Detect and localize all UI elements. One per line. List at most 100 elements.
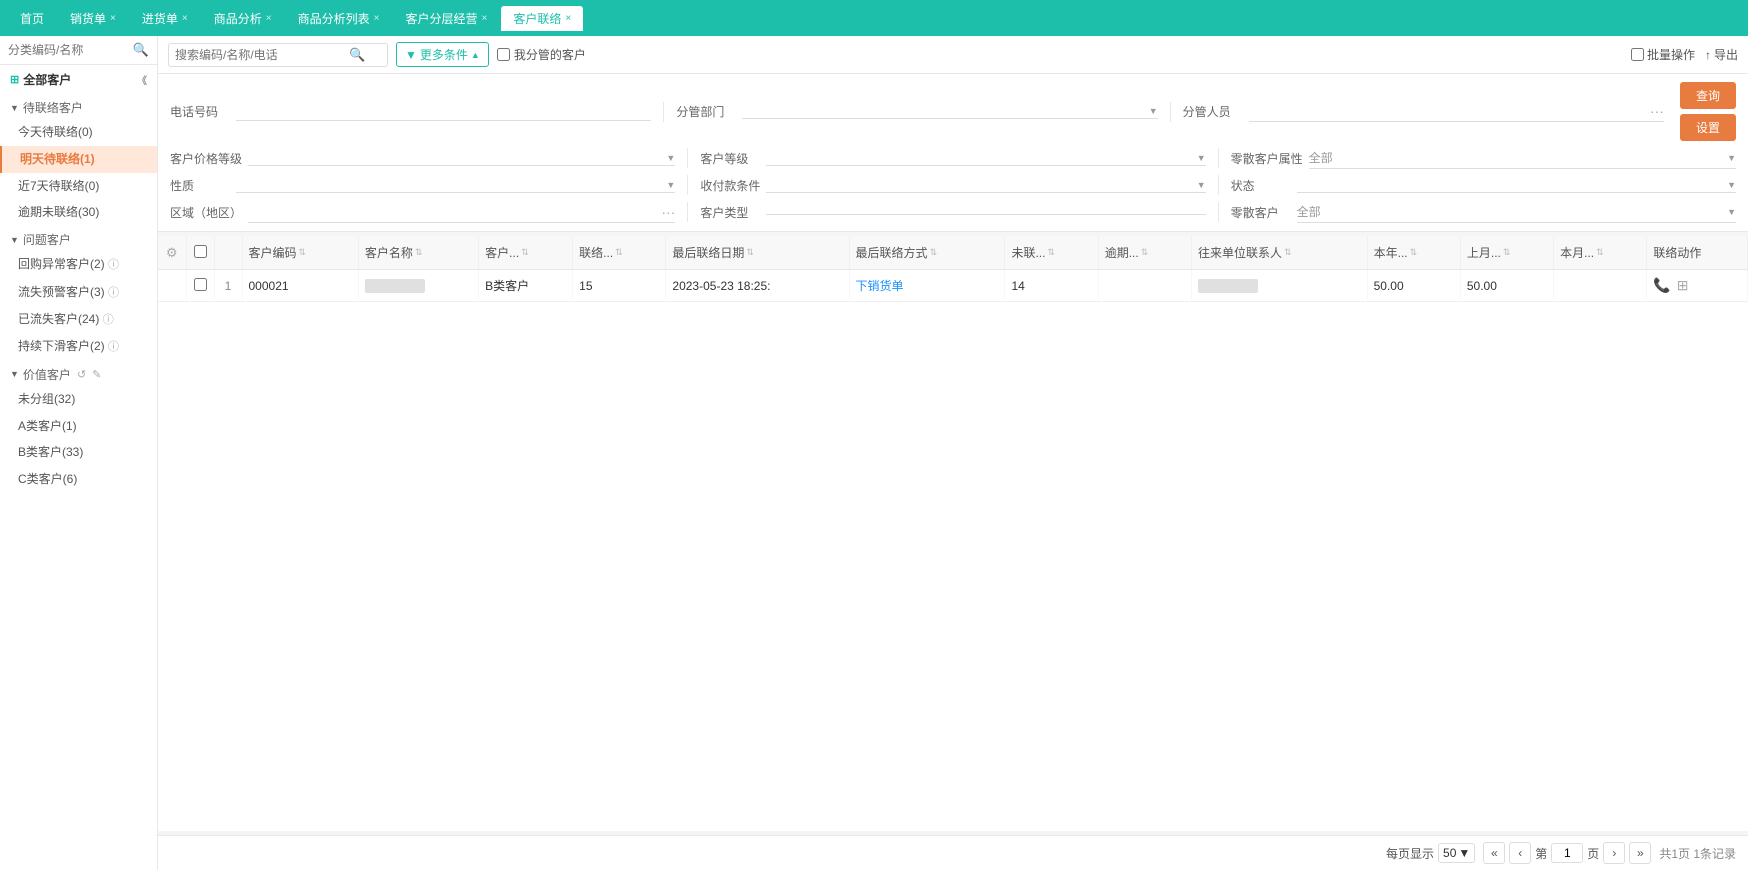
filter-payment-select[interactable]: ▼ bbox=[766, 178, 1205, 193]
filter-manager-select[interactable]: ··· bbox=[1249, 101, 1664, 122]
content-area: 🔍 ▼ 更多条件 ▲ 我分管的客户 批量操作 ↑ 导出 bbox=[158, 36, 1748, 870]
sidebar-item-class-c[interactable]: C类客户(6) bbox=[0, 466, 157, 493]
sidebar-item-declining[interactable]: 持续下滑客户(2) ⓘ bbox=[0, 333, 157, 360]
query-button[interactable]: 查询 bbox=[1680, 82, 1736, 109]
first-page-button[interactable]: « bbox=[1483, 842, 1505, 864]
divider-7 bbox=[687, 202, 688, 222]
filter-status: 状态 ▼ bbox=[1231, 177, 1736, 194]
filter-retail: 零散客户 全部 ▼ bbox=[1231, 201, 1736, 223]
chevron-down-icon-nature: ▼ bbox=[666, 180, 675, 190]
filter-price-level: 客户价格等级 ▼ bbox=[170, 150, 675, 167]
nav-close-sales[interactable]: × bbox=[110, 13, 116, 24]
sort-name-icon[interactable]: ⇅ bbox=[415, 247, 423, 258]
reset-button[interactable]: 设置 bbox=[1680, 114, 1736, 141]
filter-nature-select[interactable]: ▼ bbox=[236, 178, 675, 193]
sort-overdue-icon[interactable]: ⇅ bbox=[1141, 247, 1149, 258]
sidebar-item-ungrouped[interactable]: 未分组(32) bbox=[0, 386, 157, 413]
filter-status-select[interactable]: ▼ bbox=[1297, 178, 1736, 193]
more-filter-button[interactable]: ▼ 更多条件 ▲ bbox=[396, 42, 489, 67]
th-customer-code: 客户编码 ⇅ bbox=[242, 236, 358, 270]
action-more-icon[interactable]: ⊞ bbox=[1677, 277, 1689, 294]
sidebar-collapse-icon[interactable]: 《 bbox=[137, 72, 147, 87]
sort-last-month-icon[interactable]: ⇅ bbox=[1503, 247, 1511, 258]
sort-unit-icon[interactable]: ⇅ bbox=[1284, 247, 1292, 258]
filter-region-select[interactable]: ··· bbox=[248, 202, 675, 223]
prev-page-button[interactable]: ‹ bbox=[1509, 842, 1531, 864]
dots-icon-region[interactable]: ··· bbox=[661, 204, 675, 220]
th-unit-contact: 往来单位联系人 ⇅ bbox=[1191, 236, 1367, 270]
filter-dept: 分管部门 ▼ bbox=[676, 103, 1157, 120]
sort-contact-icon[interactable]: ⇅ bbox=[615, 247, 623, 258]
sort-year-icon[interactable]: ⇅ bbox=[1410, 247, 1418, 258]
total-records: 共1页 1条记录 bbox=[1659, 845, 1736, 862]
sidebar-item-churn-warning[interactable]: 流失预警客户(3) ⓘ bbox=[0, 279, 157, 306]
select-all-checkbox[interactable] bbox=[194, 245, 207, 258]
filter-price-select[interactable]: ▼ bbox=[248, 151, 675, 166]
customer-name-blurred bbox=[365, 279, 425, 293]
last-page-button[interactable]: » bbox=[1629, 842, 1651, 864]
filter-retail-attr-select[interactable]: 全部 ▼ bbox=[1309, 147, 1736, 169]
sort-uncontacted-icon[interactable]: ⇅ bbox=[1047, 247, 1055, 258]
sort-type-icon[interactable]: ⇅ bbox=[521, 247, 529, 258]
sidebar-item-tomorrow-contact[interactable]: 明天待联络(1) bbox=[0, 146, 157, 173]
nav-customer-contact[interactable]: 客户联络 × bbox=[501, 6, 583, 31]
filter-icon: ▼ bbox=[405, 48, 417, 62]
batch-op-checkbox[interactable] bbox=[1631, 48, 1644, 61]
sidebar-item-class-b[interactable]: B类客户(33) bbox=[0, 439, 157, 466]
th-num bbox=[214, 236, 242, 270]
nav-customer-segment[interactable]: 客户分层经营 × bbox=[393, 6, 499, 31]
sidebar-item-7day-contact[interactable]: 近7天待联络(0) bbox=[0, 173, 157, 200]
batch-op-button[interactable]: 批量操作 bbox=[1631, 46, 1695, 63]
sort-month-icon[interactable]: ⇅ bbox=[1596, 247, 1604, 258]
export-button[interactable]: ↑ 导出 bbox=[1705, 46, 1738, 63]
sidebar-item-churned[interactable]: 已流失客户(24) ⓘ bbox=[0, 306, 157, 333]
nav-sales-order[interactable]: 销货单 × bbox=[58, 6, 128, 31]
sidebar: 🔍 ⊞ 全部客户 《 ▼ 待联络客户 今天待联络(0) 明天待联络(1) 近7天… bbox=[0, 36, 158, 870]
filter-manager: 分管人员 ··· bbox=[1183, 101, 1664, 122]
sidebar-item-abnormal-repurchase[interactable]: 回购异常客户(2) ⓘ bbox=[0, 251, 157, 278]
search-input[interactable] bbox=[175, 48, 345, 62]
filter-row-4: 区域（地区） ··· 客户类型 零散客户 bbox=[170, 201, 1736, 223]
sidebar-all-customers[interactable]: ⊞ 全部客户 《 bbox=[0, 65, 157, 94]
td-name bbox=[358, 270, 478, 302]
page-nav: « ‹ 第 页 › » bbox=[1483, 842, 1651, 864]
chevron-down-icon-payment: ▼ bbox=[1197, 180, 1206, 190]
sidebar-item-overdue-contact[interactable]: 逾期未联络(30) bbox=[0, 199, 157, 226]
nav-close-purchase[interactable]: × bbox=[182, 13, 188, 24]
nav-product-analysis-list[interactable]: 商品分析列表 × bbox=[286, 6, 392, 31]
search-icon[interactable]: 🔍 bbox=[349, 47, 365, 63]
gear-icon[interactable]: ⚙ bbox=[166, 245, 178, 260]
nav-close-contact[interactable]: × bbox=[565, 13, 571, 24]
filter-customer-type-select[interactable] bbox=[766, 210, 1205, 215]
search-box: 🔍 bbox=[168, 43, 388, 67]
page-number-input[interactable] bbox=[1551, 843, 1583, 863]
action-phone-icon[interactable]: 📞 bbox=[1653, 277, 1670, 294]
next-page-button[interactable]: › bbox=[1603, 842, 1625, 864]
sidebar-search-input[interactable] bbox=[8, 43, 129, 57]
export-icon: ↑ bbox=[1705, 48, 1711, 62]
sort-date-icon[interactable]: ⇅ bbox=[746, 247, 754, 258]
filter-dept-select[interactable]: ▼ bbox=[742, 104, 1157, 119]
my-customers-checkbox[interactable]: 我分管的客户 bbox=[497, 46, 586, 63]
sidebar-item-today-contact[interactable]: 今天待联络(0) bbox=[0, 119, 157, 146]
dots-icon-manager[interactable]: ··· bbox=[1650, 103, 1664, 119]
sidebar-search-icon[interactable]: 🔍 bbox=[133, 42, 149, 58]
row-checkbox[interactable] bbox=[194, 278, 207, 291]
sidebar-item-class-a[interactable]: A类客户(1) bbox=[0, 413, 157, 440]
nav-close-product-analysis[interactable]: × bbox=[266, 13, 272, 24]
nav-home[interactable]: 首页 bbox=[8, 6, 56, 31]
nav-product-analysis[interactable]: 商品分析 × bbox=[202, 6, 284, 31]
contact-method-link[interactable]: 下销货单 bbox=[856, 279, 904, 293]
filter-phone-input[interactable] bbox=[236, 102, 651, 121]
nav-close-product-list[interactable]: × bbox=[374, 13, 380, 24]
nav-close-segment[interactable]: × bbox=[481, 13, 487, 24]
my-customers-input[interactable] bbox=[497, 48, 510, 61]
nav-purchase-order[interactable]: 进货单 × bbox=[130, 6, 200, 31]
sort-code-icon[interactable]: ⇅ bbox=[299, 247, 307, 258]
per-page-select[interactable]: 50 ▼ bbox=[1438, 843, 1475, 863]
filter-customer-level-select[interactable]: ▼ bbox=[766, 151, 1205, 166]
filter-region: 区域（地区） ··· bbox=[170, 202, 675, 223]
chevron-down-icon-retail-attr: ▼ bbox=[1727, 153, 1736, 163]
filter-retail-select[interactable]: 全部 ▼ bbox=[1297, 201, 1736, 223]
sort-method-icon[interactable]: ⇅ bbox=[930, 247, 938, 258]
